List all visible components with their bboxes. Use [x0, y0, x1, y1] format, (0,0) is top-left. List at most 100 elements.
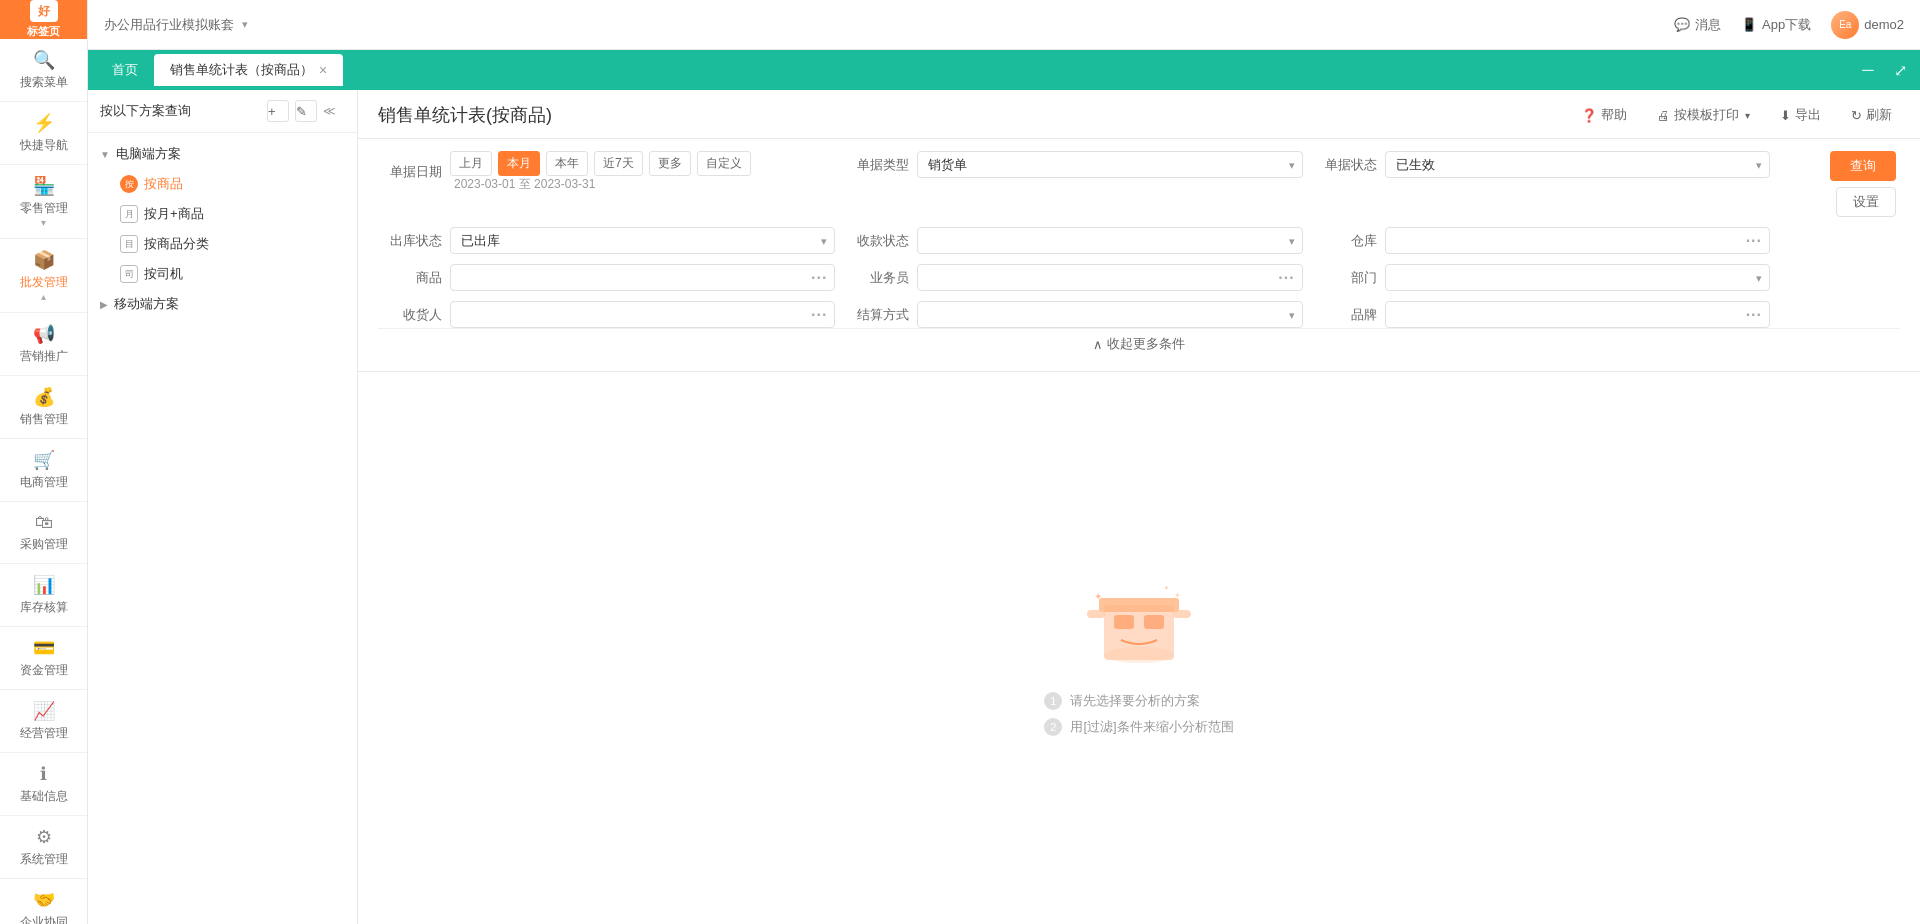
- tree-parent-desktop[interactable]: ▼ 电脑端方案: [88, 139, 357, 169]
- recipient-label: 收货人: [378, 306, 450, 324]
- breadcrumb-dropdown-icon[interactable]: ▾: [242, 18, 248, 31]
- svg-rect-2: [1099, 598, 1179, 612]
- recipient-input-wrapper: ···: [450, 301, 835, 328]
- doc-status-select[interactable]: 已生效: [1385, 151, 1770, 178]
- recipient-input[interactable]: [450, 301, 835, 328]
- refresh-btn[interactable]: ↻ 刷新: [1843, 102, 1900, 128]
- tree-child-month-product[interactable]: 月 按月+商品: [88, 199, 357, 229]
- print-dropdown-icon: ▾: [1745, 110, 1750, 121]
- date-btn-this-year[interactable]: 本年: [546, 151, 588, 176]
- help-btn[interactable]: ❓ 帮助: [1573, 102, 1635, 128]
- date-range: 2023-03-01 至 2023-03-31: [454, 176, 835, 193]
- date-filter-cell: 单据日期 上月 本月 本年 近7天 更多 自定义 20: [378, 151, 835, 193]
- product-label: 商品: [378, 269, 450, 287]
- title-actions: ❓ 帮助 🖨 按模板打印 ▾ ⬇ 导出 ↻: [1573, 102, 1900, 128]
- query-btn[interactable]: 查询: [1830, 151, 1896, 181]
- sidebar-item-enterprise[interactable]: 🤝 企业协同: [0, 879, 87, 924]
- user-profile[interactable]: Ea demo2: [1831, 11, 1904, 39]
- tree-child-product-label: 按商品: [144, 175, 183, 193]
- header-right: 💬 消息 📱 App下载 Ea demo2: [1674, 11, 1904, 39]
- date-btn-more[interactable]: 更多: [649, 151, 691, 176]
- brand-dots-icon[interactable]: ···: [1746, 306, 1762, 324]
- empty-hint-2: 2 用[过滤]条件来缩小分析范围: [1044, 718, 1233, 736]
- collapse-panel-btn[interactable]: ≪: [323, 100, 345, 122]
- month-product-icon: 月: [120, 205, 138, 223]
- doc-status-cell: 单据状态 已生效: [1313, 151, 1770, 178]
- storage-input[interactable]: [1385, 227, 1770, 254]
- collapse-filters-btn[interactable]: ∧ 收起更多条件: [378, 328, 1900, 359]
- app-subtitle: 标签页: [27, 24, 60, 39]
- sidebar-item-system[interactable]: ⚙ 系统管理: [0, 816, 87, 879]
- purchase-nav-icon: 🛍: [35, 512, 53, 533]
- sidebar: 好 标签页 🔍 搜索菜单 ⚡ 快捷导航 🏪 零售管理 ▾ 📦 批发管理 ▴ 📢 …: [0, 0, 88, 924]
- sidebar-item-ecommerce[interactable]: 🛒 电商管理: [0, 439, 87, 502]
- sidebar-item-quick[interactable]: ⚡ 快捷导航: [0, 102, 87, 165]
- export-btn[interactable]: ⬇ 导出: [1772, 102, 1829, 128]
- tab-expand-btn[interactable]: ⤢: [1888, 58, 1912, 82]
- sidebar-item-sales[interactable]: 💰 销售管理: [0, 376, 87, 439]
- system-nav-icon: ⚙: [36, 826, 52, 848]
- date-btn-last-month[interactable]: 上月: [450, 151, 492, 176]
- empty-state: ✦ ✦ ✦ 1 请先选择要分析的方案 2 用[过滤]条件来缩小分析范围: [358, 372, 1920, 924]
- product-input-wrapper: ···: [450, 264, 835, 291]
- settlement-select[interactable]: [917, 301, 1302, 328]
- sidebar-item-retail[interactable]: 🏪 零售管理 ▾: [0, 165, 87, 239]
- sidebar-item-basic[interactable]: ℹ 基础信息: [0, 753, 87, 816]
- ecommerce-nav-icon: 🛒: [33, 449, 55, 471]
- brand-input-wrapper: ···: [1385, 301, 1770, 328]
- app-logo[interactable]: 好 标签页: [0, 0, 87, 39]
- recipient-cell: 收货人 ···: [378, 301, 835, 328]
- product-input[interactable]: [450, 264, 835, 291]
- tree-parent-mobile-label: 移动端方案: [114, 295, 179, 313]
- print-btn[interactable]: 🖨 按模板打印 ▾: [1649, 102, 1758, 128]
- add-scheme-btn[interactable]: +: [267, 100, 289, 122]
- left-panel: 按以下方案查询 + ✎ ≪ ▼ 电脑端方案: [88, 90, 358, 924]
- hint-text-1: 请先选择要分析的方案: [1070, 692, 1200, 710]
- retail-nav-icon: 🏪: [33, 175, 55, 197]
- tab-home[interactable]: 首页: [96, 54, 154, 86]
- tree-parent-mobile[interactable]: ▶ 移动端方案: [88, 289, 357, 319]
- sidebar-item-purchase[interactable]: 🛍 采购管理: [0, 502, 87, 564]
- salesman-dots-icon[interactable]: ···: [1278, 269, 1294, 287]
- tab-bar: 首页 销售单统计表（按商品） × ─ ⤢: [88, 50, 1920, 90]
- sidebar-item-wholesale[interactable]: 📦 批发管理 ▴: [0, 239, 87, 313]
- date-label: 单据日期: [378, 163, 450, 181]
- tree-child-product[interactable]: 按 按商品: [88, 169, 357, 199]
- recipient-dots-icon[interactable]: ···: [811, 306, 827, 324]
- svg-text:✦: ✦: [1174, 591, 1181, 600]
- sidebar-item-inventory[interactable]: 📊 库存核算: [0, 564, 87, 627]
- sidebar-item-marketing[interactable]: 📢 营销推广: [0, 313, 87, 376]
- date-btn-this-month[interactable]: 本月: [498, 151, 540, 176]
- edit-scheme-btn[interactable]: ✎: [295, 100, 317, 122]
- salesman-input[interactable]: [917, 264, 1302, 291]
- brand-input[interactable]: [1385, 301, 1770, 328]
- wholesale-nav-icon: 📦: [33, 249, 55, 271]
- tab-close-icon[interactable]: ×: [319, 63, 327, 77]
- department-select[interactable]: [1385, 264, 1770, 291]
- user-name: demo2: [1864, 17, 1904, 32]
- tree-child-machine[interactable]: 司 按司机: [88, 259, 357, 289]
- svg-text:✦: ✦: [1164, 585, 1169, 591]
- message-action[interactable]: 💬 消息: [1674, 16, 1721, 34]
- warehouse-select[interactable]: 已出库: [450, 227, 835, 254]
- breadcrumb: 办公用品行业模拟账套: [104, 16, 234, 34]
- product-dots-icon[interactable]: ···: [811, 269, 827, 287]
- tree-child-category[interactable]: 目 按商品分类: [88, 229, 357, 259]
- sidebar-item-finance[interactable]: 💳 资金管理: [0, 627, 87, 690]
- date-btn-custom[interactable]: 自定义: [697, 151, 751, 176]
- app-download-action[interactable]: 📱 App下载: [1741, 16, 1811, 34]
- tab-minimize-btn[interactable]: ─: [1856, 58, 1880, 82]
- marketing-nav-icon: 📢: [33, 323, 55, 345]
- user-avatar: Ea: [1831, 11, 1859, 39]
- payment-select[interactable]: [917, 227, 1302, 254]
- sidebar-item-operations[interactable]: 📈 经营管理: [0, 690, 87, 753]
- tab-report[interactable]: 销售单统计表（按商品） ×: [154, 54, 343, 86]
- help-label: 帮助: [1601, 106, 1627, 124]
- sidebar-item-search[interactable]: 🔍 搜索菜单: [0, 39, 87, 102]
- query-col: 查询 设置: [1780, 151, 1900, 217]
- doc-type-select[interactable]: 销货单: [917, 151, 1302, 178]
- settings-btn[interactable]: 设置: [1836, 187, 1896, 217]
- date-btn-7days[interactable]: 近7天: [594, 151, 643, 176]
- storage-dots-icon[interactable]: ···: [1746, 232, 1762, 250]
- hint-text-2: 用[过滤]条件来缩小分析范围: [1070, 718, 1233, 736]
